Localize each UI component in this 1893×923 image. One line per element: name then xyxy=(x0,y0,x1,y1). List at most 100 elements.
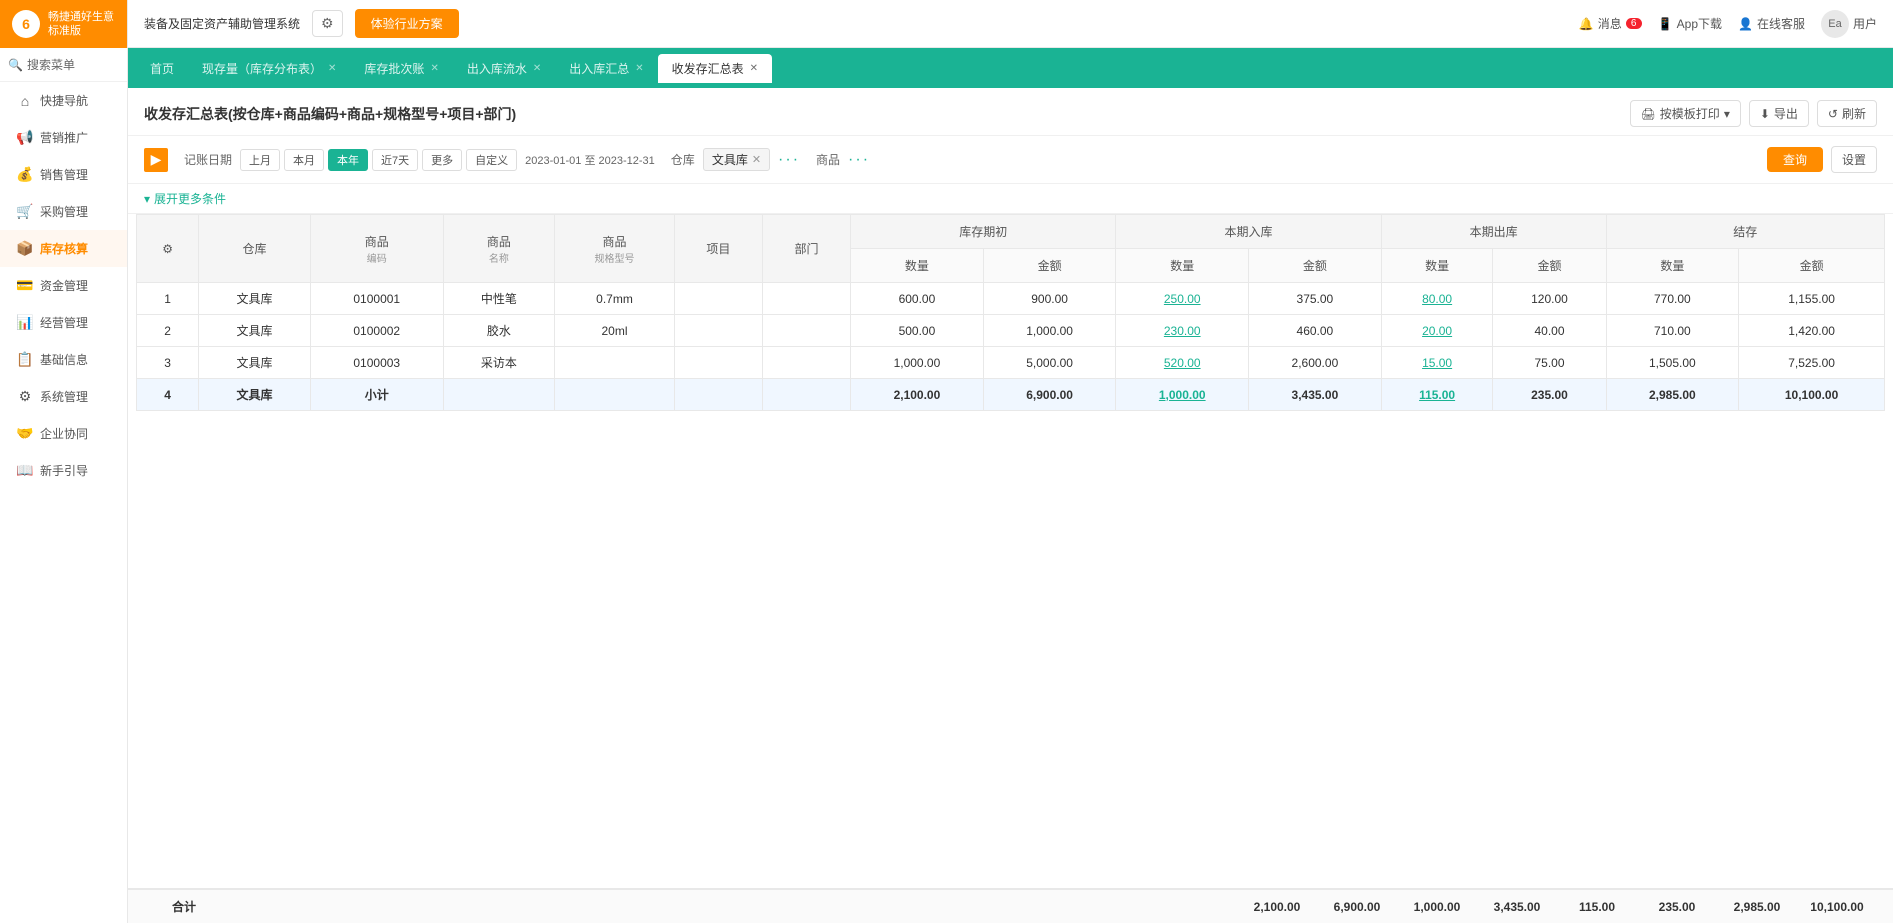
tab-close-flow[interactable]: ✕ xyxy=(533,63,541,74)
sidebar-item-sales[interactable]: 💰 销售管理 xyxy=(0,156,127,193)
col-out-amt: 金额 xyxy=(1493,249,1606,283)
footer-bal-amt: 10,100.00 xyxy=(1797,900,1877,914)
print-button[interactable]: 🖨 按模板打印 ▾ xyxy=(1630,100,1741,127)
search-menu[interactable]: 🔍 搜索菜单 xyxy=(0,48,127,82)
online-service-action[interactable]: 👤 在线客服 xyxy=(1738,15,1805,32)
table-row: 2 文具库 0100002 胶水 20ml 500.00 1,000.00 23… xyxy=(137,315,1885,347)
footer-out-amt: 235.00 xyxy=(1637,900,1717,914)
chevron-down-icon: ▾ xyxy=(144,192,150,206)
expand-more-btn[interactable]: ▾ 展开更多条件 xyxy=(144,190,1877,207)
tab-close-inventory-dist[interactable]: ✕ xyxy=(328,63,336,74)
row1-bal-qty: 770.00 xyxy=(1606,283,1739,315)
tab-inventory-dist[interactable]: 现存量（库存分布表） ✕ xyxy=(188,54,350,83)
tab-close-summary[interactable]: ✕ xyxy=(635,63,643,74)
filter-bar: ▶ 记账日期 上月 本月 本年 近7天 更多 自定义 2023-01-01 至 … xyxy=(128,136,1893,184)
date-btn-7days[interactable]: 近7天 xyxy=(372,149,418,171)
date-btn-curr-month[interactable]: 本月 xyxy=(284,149,324,171)
row3-out-qty[interactable]: 15.00 xyxy=(1381,347,1493,379)
subtotal-label: 小计 xyxy=(310,379,443,411)
subtotal-in-amt: 3,435.00 xyxy=(1249,379,1382,411)
row3-bal-qty: 1,505.00 xyxy=(1606,347,1739,379)
tab-batch[interactable]: 库存批次账 ✕ xyxy=(350,54,452,83)
sidebar-item-inventory[interactable]: 📦 库存核算 xyxy=(0,230,127,267)
tab-flow[interactable]: 出入库流水 ✕ xyxy=(453,54,555,83)
sidebar-item-basic[interactable]: 📋 基础信息 xyxy=(0,341,127,378)
filter-date-group: 记账日期 上月 本月 本年 近7天 更多 自定义 2023-01-01 至 20… xyxy=(184,149,655,171)
date-label: 记账日期 xyxy=(184,151,232,168)
col-bal-amt: 金额 xyxy=(1739,249,1885,283)
subtotal-out-qty[interactable]: 115.00 xyxy=(1381,379,1493,411)
col-code: 商品编码 xyxy=(310,215,443,283)
date-buttons: 上月 本月 本年 近7天 更多 自定义 xyxy=(240,149,517,171)
row2-open-qty: 500.00 xyxy=(851,315,984,347)
user-action[interactable]: Ea 用户 xyxy=(1821,10,1877,38)
gear-button[interactable]: ⚙ xyxy=(312,10,343,37)
date-btn-custom[interactable]: 自定义 xyxy=(466,149,517,171)
sidebar-item-marketing[interactable]: 📢 营销推广 xyxy=(0,119,127,156)
row2-bal-amt: 1,420.00 xyxy=(1739,315,1885,347)
goods-ellipsis[interactable]: ··· xyxy=(848,151,870,169)
finance-icon: 💳 xyxy=(16,277,34,294)
date-btn-prev-month[interactable]: 上月 xyxy=(240,149,280,171)
row2-spec: 20ml xyxy=(555,315,675,347)
row2-dept xyxy=(762,315,850,347)
row2-bal-qty: 710.00 xyxy=(1606,315,1739,347)
date-btn-curr-year[interactable]: 本年 xyxy=(328,149,368,171)
app-download-action[interactable]: 📱 App下载 xyxy=(1658,15,1722,32)
settings-button[interactable]: 设置 xyxy=(1831,146,1877,173)
row2-warehouse: 文具库 xyxy=(199,315,311,347)
sidebar-item-quick-nav[interactable]: ⌂ 快捷导航 xyxy=(0,82,127,119)
tab-close-batch[interactable]: ✕ xyxy=(430,63,438,74)
filter-toggle[interactable]: ▶ xyxy=(144,148,168,172)
row1-out-amt: 120.00 xyxy=(1493,283,1606,315)
subtotal-warehouse: 文具库 xyxy=(199,379,311,411)
row1-out-qty[interactable]: 80.00 xyxy=(1381,283,1493,315)
refresh-button[interactable]: ↺ 刷新 xyxy=(1817,100,1877,127)
sidebar-item-collab[interactable]: 🤝 企业协同 xyxy=(0,415,127,452)
col-warehouse: 仓库 xyxy=(199,215,311,283)
message-action[interactable]: 🔔 消息 6 xyxy=(1579,15,1642,32)
row1-dept xyxy=(762,283,850,315)
service-icon: 👤 xyxy=(1738,17,1753,31)
subtotal-in-qty[interactable]: 1,000.00 xyxy=(1116,379,1249,411)
warehouse-tag[interactable]: 文具库 ✕ xyxy=(703,148,770,171)
row2-in-amt: 460.00 xyxy=(1249,315,1382,347)
row3-out-amt: 75.00 xyxy=(1493,347,1606,379)
row2-out-qty[interactable]: 20.00 xyxy=(1381,315,1493,347)
col-bal-qty: 数量 xyxy=(1606,249,1739,283)
col-gear[interactable]: ⚙ xyxy=(137,215,199,283)
subtotal-empty1 xyxy=(443,379,555,411)
filter-warehouse-group: 仓库 文具库 ✕ ··· xyxy=(671,148,800,171)
header-actions: 🖨 按模板打印 ▾ ⬇ 导出 ↺ 刷新 xyxy=(1630,100,1877,127)
operation-icon: 📊 xyxy=(16,314,34,331)
sidebar-item-guide[interactable]: 📖 新手引导 xyxy=(0,452,127,489)
query-button[interactable]: 查询 xyxy=(1767,147,1823,172)
col-opening-stock: 库存期初 xyxy=(851,215,1116,249)
goods-label: 商品 xyxy=(816,151,840,168)
footer-bal-qty: 2,985.00 xyxy=(1717,900,1797,914)
warehouse-tag-close[interactable]: ✕ xyxy=(752,153,761,166)
trial-button[interactable]: 体验行业方案 xyxy=(355,9,459,38)
row3-in-qty[interactable]: 520.00 xyxy=(1116,347,1249,379)
filter-goods-group: 商品 ··· xyxy=(816,151,870,169)
sidebar-item-purchase[interactable]: 🛒 采购管理 xyxy=(0,193,127,230)
sidebar-item-finance[interactable]: 💳 资金管理 xyxy=(0,267,127,304)
export-button[interactable]: ⬇ 导出 xyxy=(1749,100,1809,127)
sidebar-item-operation[interactable]: 📊 经营管理 xyxy=(0,304,127,341)
footer-open-qty: 2,100.00 xyxy=(1237,900,1317,914)
tab-home[interactable]: 首页 xyxy=(136,54,188,83)
tab-summary[interactable]: 出入库汇总 ✕ xyxy=(555,54,657,83)
row1-in-qty[interactable]: 250.00 xyxy=(1116,283,1249,315)
subtotal-bal-amt: 10,100.00 xyxy=(1739,379,1885,411)
row2-out-amt: 40.00 xyxy=(1493,315,1606,347)
footer-open-amt: 6,900.00 xyxy=(1317,900,1397,914)
refresh-icon: ↺ xyxy=(1828,107,1838,121)
tab-close-receive-send[interactable]: ✕ xyxy=(750,63,758,74)
sidebar-item-system[interactable]: ⚙ 系统管理 xyxy=(0,378,127,415)
warehouse-ellipsis[interactable]: ··· xyxy=(778,151,800,169)
row1-open-amt: 900.00 xyxy=(983,283,1116,315)
tab-receive-send[interactable]: 收发存汇总表 ✕ xyxy=(658,54,772,83)
row2-in-qty[interactable]: 230.00 xyxy=(1116,315,1249,347)
system-title: 装备及固定资产辅助管理系统 xyxy=(144,15,300,32)
date-btn-more[interactable]: 更多 xyxy=(422,149,462,171)
